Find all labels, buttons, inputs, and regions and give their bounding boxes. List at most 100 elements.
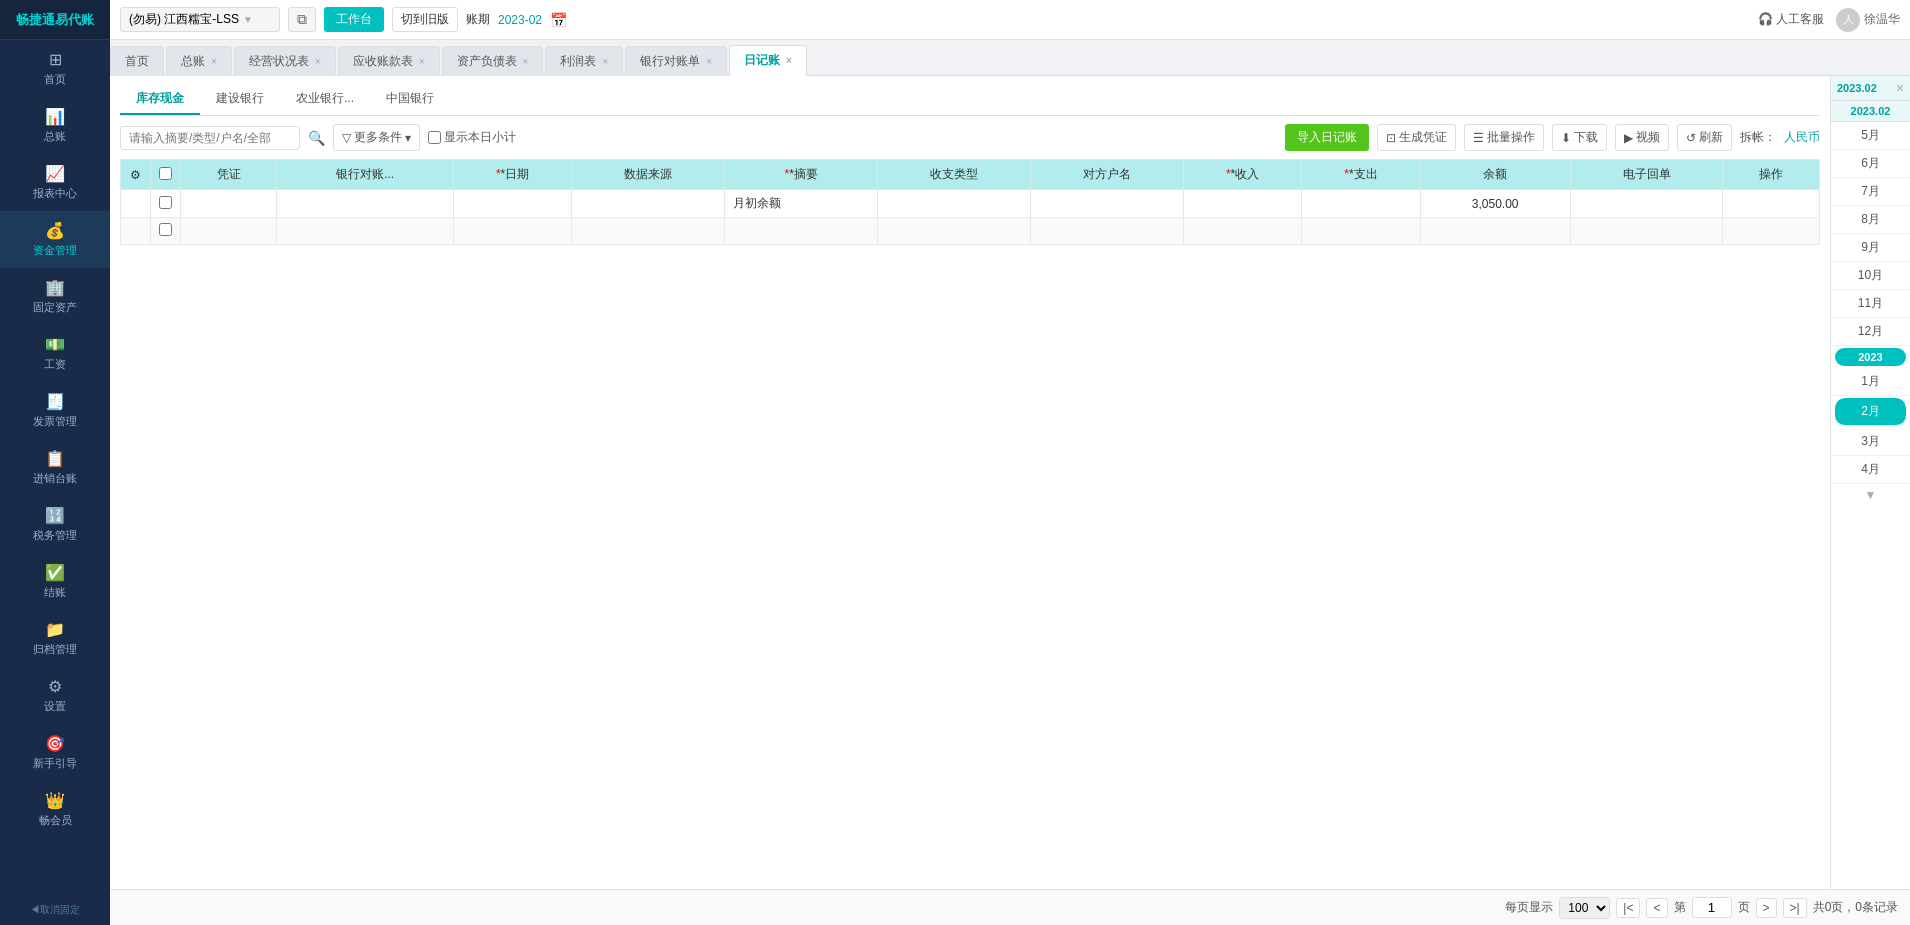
row1-expense [1302, 190, 1420, 218]
sidebar-item-reports[interactable]: 📈 报表中心 [0, 154, 110, 211]
sidebar-item-close[interactable]: ✅ 结账 [0, 553, 110, 610]
import-button[interactable]: 导入日记账 [1285, 124, 1369, 151]
batch-ops-button[interactable]: ☰ 批量操作 [1464, 124, 1544, 151]
period-value[interactable]: 2023-02 [498, 13, 542, 27]
bank-tab-construction[interactable]: 建设银行 [200, 84, 280, 115]
month-9[interactable]: 9月 [1831, 234, 1910, 262]
search-icon[interactable]: 🔍 [308, 130, 325, 146]
row1-date [453, 190, 571, 218]
per-page-select[interactable]: 100 50 200 [1559, 897, 1610, 919]
filter-button[interactable]: ▽ 更多条件 ▾ [333, 124, 420, 151]
daily-subtotal-checkbox[interactable] [428, 131, 441, 144]
bank-tab-cash[interactable]: 库存现金 [120, 84, 200, 115]
first-page-button[interactable]: |< [1616, 898, 1640, 918]
sidebar-item-label: 归档管理 [33, 642, 77, 657]
sidebar-item-label: 首页 [44, 72, 66, 87]
company-selector[interactable]: (勿易) 江西糯宝-LSS ▼ [120, 7, 280, 32]
tab-balance[interactable]: 资产负债表 × [442, 46, 544, 76]
bank-tab-agriculture[interactable]: 农业银行... [280, 84, 370, 115]
close-panel-button[interactable]: × [1896, 80, 1904, 96]
month-5[interactable]: 5月 [1831, 122, 1910, 150]
sidebar-item-label: 资金管理 [33, 243, 77, 258]
prev-page-button[interactable]: < [1646, 898, 1667, 918]
tab-home[interactable]: 首页 [110, 46, 164, 76]
nav-down-arrow[interactable]: ▼ [1831, 484, 1910, 506]
row1-operation [1723, 190, 1820, 218]
row1-checkbox[interactable] [151, 190, 181, 218]
sidebar-item-settings[interactable]: ⚙ 设置 [0, 667, 110, 724]
month-6[interactable]: 6月 [1831, 150, 1910, 178]
tax-icon: 🔢 [45, 506, 65, 525]
guide-icon: 🎯 [45, 734, 65, 753]
last-page-button[interactable]: >| [1783, 898, 1807, 918]
tab-ledger[interactable]: 总账 × [166, 46, 232, 76]
month-2-selected[interactable]: 2月 [1835, 398, 1906, 426]
sidebar-item-assets[interactable]: 🏢 固定资产 [0, 268, 110, 325]
tab-receivables[interactable]: 应收账款表 × [338, 46, 440, 76]
company-name: (勿易) 江西糯宝-LSS [129, 11, 239, 28]
tab-profit[interactable]: 利润表 × [545, 46, 623, 76]
sidebar-item-tax[interactable]: 🔢 税务管理 [0, 496, 110, 553]
page-number-input[interactable] [1692, 897, 1732, 918]
close-tab-ledger[interactable]: × [211, 56, 217, 67]
workbench-button[interactable]: 工作台 [324, 7, 384, 32]
month-1[interactable]: 1月 [1831, 368, 1910, 396]
sidebar-item-archive[interactable]: 📁 归档管理 [0, 610, 110, 667]
search-input[interactable] [120, 126, 300, 150]
unpin-button[interactable]: ◀取消固定 [0, 895, 110, 925]
sidebar-item-invoice[interactable]: 🧾 发票管理 [0, 382, 110, 439]
sidebar: 畅捷通易代账 ⊞ 首页 📊 总账 📈 报表中心 💰 资金管理 🏢 固定资产 💵 … [0, 0, 110, 925]
row2-checkbox[interactable] [151, 218, 181, 245]
switch-version-button[interactable]: 切到旧版 [392, 7, 458, 32]
headset-icon: 🎧 [1758, 12, 1773, 26]
sidebar-item-guide[interactable]: 🎯 新手引导 [0, 724, 110, 781]
sales-icon: 📋 [45, 449, 65, 468]
month-8[interactable]: 8月 [1831, 206, 1910, 234]
topbar-right: 🎧 人工客服 人 徐温华 [1758, 8, 1900, 32]
row2-settings [121, 218, 151, 245]
col-checkbox [151, 160, 181, 190]
year-badge[interactable]: 2023 [1835, 348, 1906, 366]
month-11[interactable]: 11月 [1831, 290, 1910, 318]
sidebar-item-salary[interactable]: 💵 工资 [0, 325, 110, 382]
sidebar-item-member[interactable]: 👑 畅会员 [0, 781, 110, 838]
sidebar-item-sales[interactable]: 📋 进销台账 [0, 439, 110, 496]
next-page-button[interactable]: > [1756, 898, 1777, 918]
close-tab-ops[interactable]: × [315, 56, 321, 67]
download-button[interactable]: ⬇ 下载 [1552, 124, 1607, 151]
month-4[interactable]: 4月 [1831, 456, 1910, 484]
select-all-checkbox[interactable] [159, 167, 172, 180]
service-button[interactable]: 🎧 人工客服 [1758, 11, 1824, 28]
close-tab-recv[interactable]: × [419, 56, 425, 67]
archive-icon: 📁 [45, 620, 65, 639]
invoice-icon: 🧾 [45, 392, 65, 411]
month-12[interactable]: 12月 [1831, 318, 1910, 346]
filter-icon: ▽ [342, 131, 351, 145]
close-tab-bank[interactable]: × [706, 56, 712, 67]
tab-bank[interactable]: 银行对账单 × [625, 46, 727, 76]
sidebar-item-ledger[interactable]: 📊 总账 [0, 97, 110, 154]
user-menu[interactable]: 人 徐温华 [1836, 8, 1900, 32]
tab-journal[interactable]: 日记账 × [729, 45, 807, 76]
month-3[interactable]: 3月 [1831, 428, 1910, 456]
row1-settings [121, 190, 151, 218]
calendar-icon[interactable]: 📅 [550, 12, 567, 28]
tab-operations[interactable]: 经营状况表 × [234, 46, 336, 76]
month-7[interactable]: 7月 [1831, 178, 1910, 206]
row1-balance: 3,050.00 [1420, 190, 1570, 218]
col-counterpart: 对方户名 [1030, 160, 1183, 190]
close-tab-bal[interactable]: × [523, 56, 529, 67]
close-tab-profit[interactable]: × [602, 56, 608, 67]
video-button[interactable]: ▶ 视频 [1615, 124, 1669, 151]
col-settings[interactable]: ⚙ [121, 160, 151, 190]
sidebar-item-fund[interactable]: 💰 资金管理 [0, 211, 110, 268]
daily-subtotal-checkbox-label[interactable]: 显示本日小计 [428, 129, 516, 146]
refresh-button[interactable]: ↺ 刷新 [1677, 124, 1732, 151]
sidebar-item-home[interactable]: ⊞ 首页 [0, 40, 110, 97]
currency-link[interactable]: 人民币 [1784, 129, 1820, 146]
month-10[interactable]: 10月 [1831, 262, 1910, 290]
close-tab-journal[interactable]: × [786, 55, 792, 66]
generate-voucher-button[interactable]: ⊡ 生成凭证 [1377, 124, 1456, 151]
bank-tab-china[interactable]: 中国银行 [370, 84, 450, 115]
copy-button[interactable]: ⧉ [288, 7, 316, 32]
